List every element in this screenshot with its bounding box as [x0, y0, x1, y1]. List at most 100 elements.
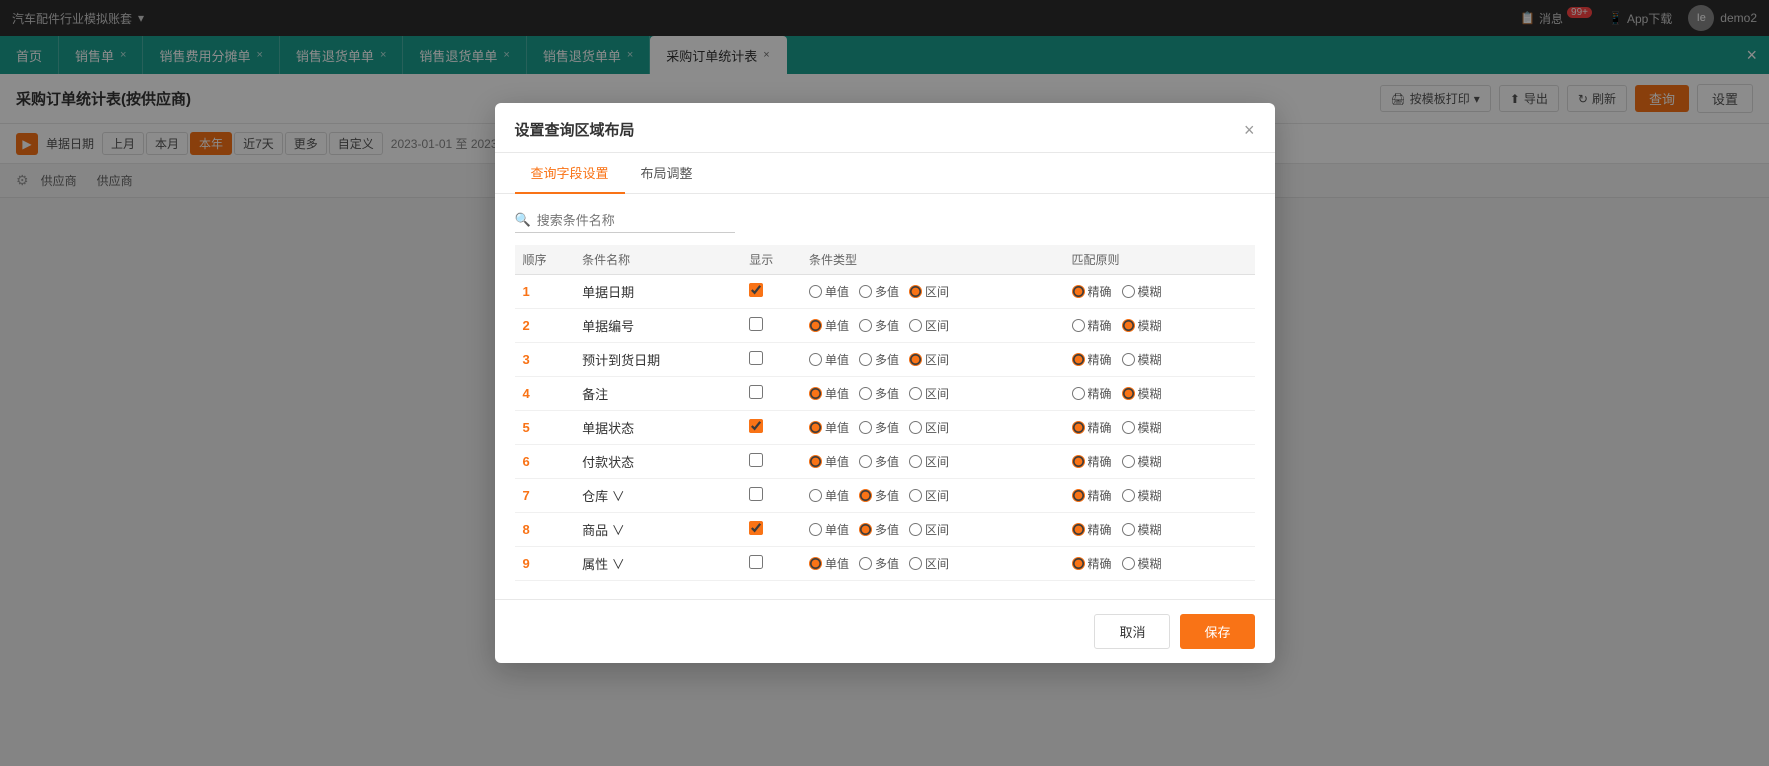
table-row: 9属性 ∨单值多值区间精确模糊: [515, 547, 1255, 581]
row-cond-type: 单值多值区间: [801, 275, 1064, 309]
settings-dialog: 设置查询区域布局 × 查询字段设置 布局调整 🔍: [495, 103, 1275, 663]
row-match-rule: 精确模糊: [1064, 275, 1255, 309]
row-display: [741, 479, 801, 513]
row-order: 2: [515, 309, 575, 343]
display-checkbox[interactable]: [749, 453, 763, 467]
table-row: 4备注单值多值区间精确模糊: [515, 377, 1255, 411]
cond-type-single[interactable]: 单值: [809, 317, 849, 334]
row-name: 单据日期: [574, 275, 741, 309]
row-name: 商品 ∨: [574, 513, 741, 547]
row-cond-type: 单值多值区间: [801, 479, 1064, 513]
match-rule-fuzzy[interactable]: 模糊: [1122, 419, 1162, 436]
dialog-overlay: 设置查询区域布局 × 查询字段设置 布局调整 🔍: [0, 0, 1769, 766]
row-cond-type: 单值多值区间: [801, 513, 1064, 547]
row-name: 备注: [574, 377, 741, 411]
row-order: 7: [515, 479, 575, 513]
cond-type-single[interactable]: 单值: [809, 453, 849, 470]
table-row: 7仓库 ∨单值多值区间精确模糊: [515, 479, 1255, 513]
row-name: 仓库 ∨: [574, 479, 741, 513]
match-rule-exact[interactable]: 精确: [1072, 555, 1112, 572]
cond-type-range[interactable]: 区间: [909, 385, 949, 402]
tab-layout-adjust[interactable]: 布局调整: [625, 153, 709, 194]
row-display: [741, 411, 801, 445]
cond-type-range[interactable]: 区间: [909, 317, 949, 334]
match-rule-exact[interactable]: 精确: [1072, 351, 1112, 368]
cond-type-range[interactable]: 区间: [909, 453, 949, 470]
cond-type-multi[interactable]: 多值: [859, 317, 899, 334]
display-checkbox[interactable]: [749, 351, 763, 365]
row-display: [741, 581, 801, 586]
display-checkbox[interactable]: [749, 317, 763, 331]
match-rule-fuzzy[interactable]: 模糊: [1122, 351, 1162, 368]
row-match-rule: 精确模糊: [1064, 445, 1255, 479]
display-checkbox[interactable]: [749, 521, 763, 535]
match-rule-fuzzy[interactable]: 模糊: [1122, 317, 1162, 334]
cond-type-multi[interactable]: 多值: [859, 487, 899, 504]
match-rule-fuzzy[interactable]: 模糊: [1122, 385, 1162, 402]
cond-type-range[interactable]: 区间: [909, 283, 949, 300]
row-cond-type: 单值多值区间: [801, 343, 1064, 377]
dialog-close-button[interactable]: ×: [1244, 121, 1255, 139]
match-rule-fuzzy[interactable]: 模糊: [1122, 555, 1162, 572]
cond-type-range[interactable]: 区间: [909, 555, 949, 572]
row-display: [741, 309, 801, 343]
cond-type-multi[interactable]: 多值: [859, 283, 899, 300]
match-rule-exact[interactable]: 精确: [1072, 419, 1112, 436]
match-rule-exact[interactable]: 精确: [1072, 283, 1112, 300]
cond-type-range[interactable]: 区间: [909, 487, 949, 504]
cond-type-multi[interactable]: 多值: [859, 555, 899, 572]
row-match-rule: 精确模糊: [1064, 479, 1255, 513]
cond-type-single[interactable]: 单值: [809, 555, 849, 572]
match-rule-exact[interactable]: 精确: [1072, 521, 1112, 538]
display-checkbox[interactable]: [749, 487, 763, 501]
display-checkbox[interactable]: [749, 555, 763, 569]
display-checkbox[interactable]: [749, 385, 763, 399]
match-rule-fuzzy[interactable]: 模糊: [1122, 487, 1162, 504]
cond-type-single[interactable]: 单值: [809, 385, 849, 402]
table-row: 1单据日期单值多值区间精确模糊: [515, 275, 1255, 309]
row-display: [741, 377, 801, 411]
save-button[interactable]: 保存: [1180, 614, 1254, 649]
cond-type-single[interactable]: 单值: [809, 419, 849, 436]
row-display: [741, 275, 801, 309]
match-rule-fuzzy[interactable]: 模糊: [1122, 521, 1162, 538]
cond-type-single[interactable]: 单值: [809, 283, 849, 300]
cond-type-single[interactable]: 单值: [809, 487, 849, 504]
table-row: 2单据编号单值多值区间精确模糊: [515, 309, 1255, 343]
cond-type-multi[interactable]: 多值: [859, 521, 899, 538]
match-rule-exact[interactable]: 精确: [1072, 487, 1112, 504]
th-name: 条件名称: [574, 245, 741, 275]
cond-type-single[interactable]: 单值: [809, 521, 849, 538]
table-row: 6付款状态单值多值区间精确模糊: [515, 445, 1255, 479]
match-rule-fuzzy[interactable]: 模糊: [1122, 283, 1162, 300]
match-rule-exact[interactable]: 精确: [1072, 385, 1112, 402]
th-match-rule: 匹配原则: [1064, 245, 1255, 275]
cond-type-multi[interactable]: 多值: [859, 351, 899, 368]
match-rule-exact[interactable]: 精确: [1072, 317, 1112, 334]
match-rule-fuzzy[interactable]: 模糊: [1122, 453, 1162, 470]
tab-query-fields[interactable]: 查询字段设置: [515, 153, 625, 194]
cond-type-range[interactable]: 区间: [909, 521, 949, 538]
condition-search-box: 🔍: [515, 208, 735, 233]
cond-type-range[interactable]: 区间: [909, 351, 949, 368]
th-display: 显示: [741, 245, 801, 275]
display-checkbox[interactable]: [749, 283, 763, 297]
cond-type-range[interactable]: 区间: [909, 419, 949, 436]
row-order: 8: [515, 513, 575, 547]
match-rule-exact[interactable]: 精确: [1072, 453, 1112, 470]
cond-type-multi[interactable]: 多值: [859, 453, 899, 470]
cond-type-single[interactable]: 单值: [809, 351, 849, 368]
row-cond-type: 单值多值区间: [801, 581, 1064, 586]
row-name: 有无商品图片: [574, 581, 741, 586]
row-order: 1: [515, 275, 575, 309]
cond-type-multi[interactable]: 多值: [859, 419, 899, 436]
row-order: 6: [515, 445, 575, 479]
row-match-rule: 精确模糊: [1064, 343, 1255, 377]
cancel-button[interactable]: 取消: [1094, 614, 1170, 649]
row-match-rule: 精确模糊: [1064, 377, 1255, 411]
row-cond-type: 单值多值区间: [801, 377, 1064, 411]
cond-type-multi[interactable]: 多值: [859, 385, 899, 402]
row-match-rule: 精确模糊: [1064, 581, 1255, 586]
condition-search-input[interactable]: [537, 213, 717, 228]
display-checkbox[interactable]: [749, 419, 763, 433]
